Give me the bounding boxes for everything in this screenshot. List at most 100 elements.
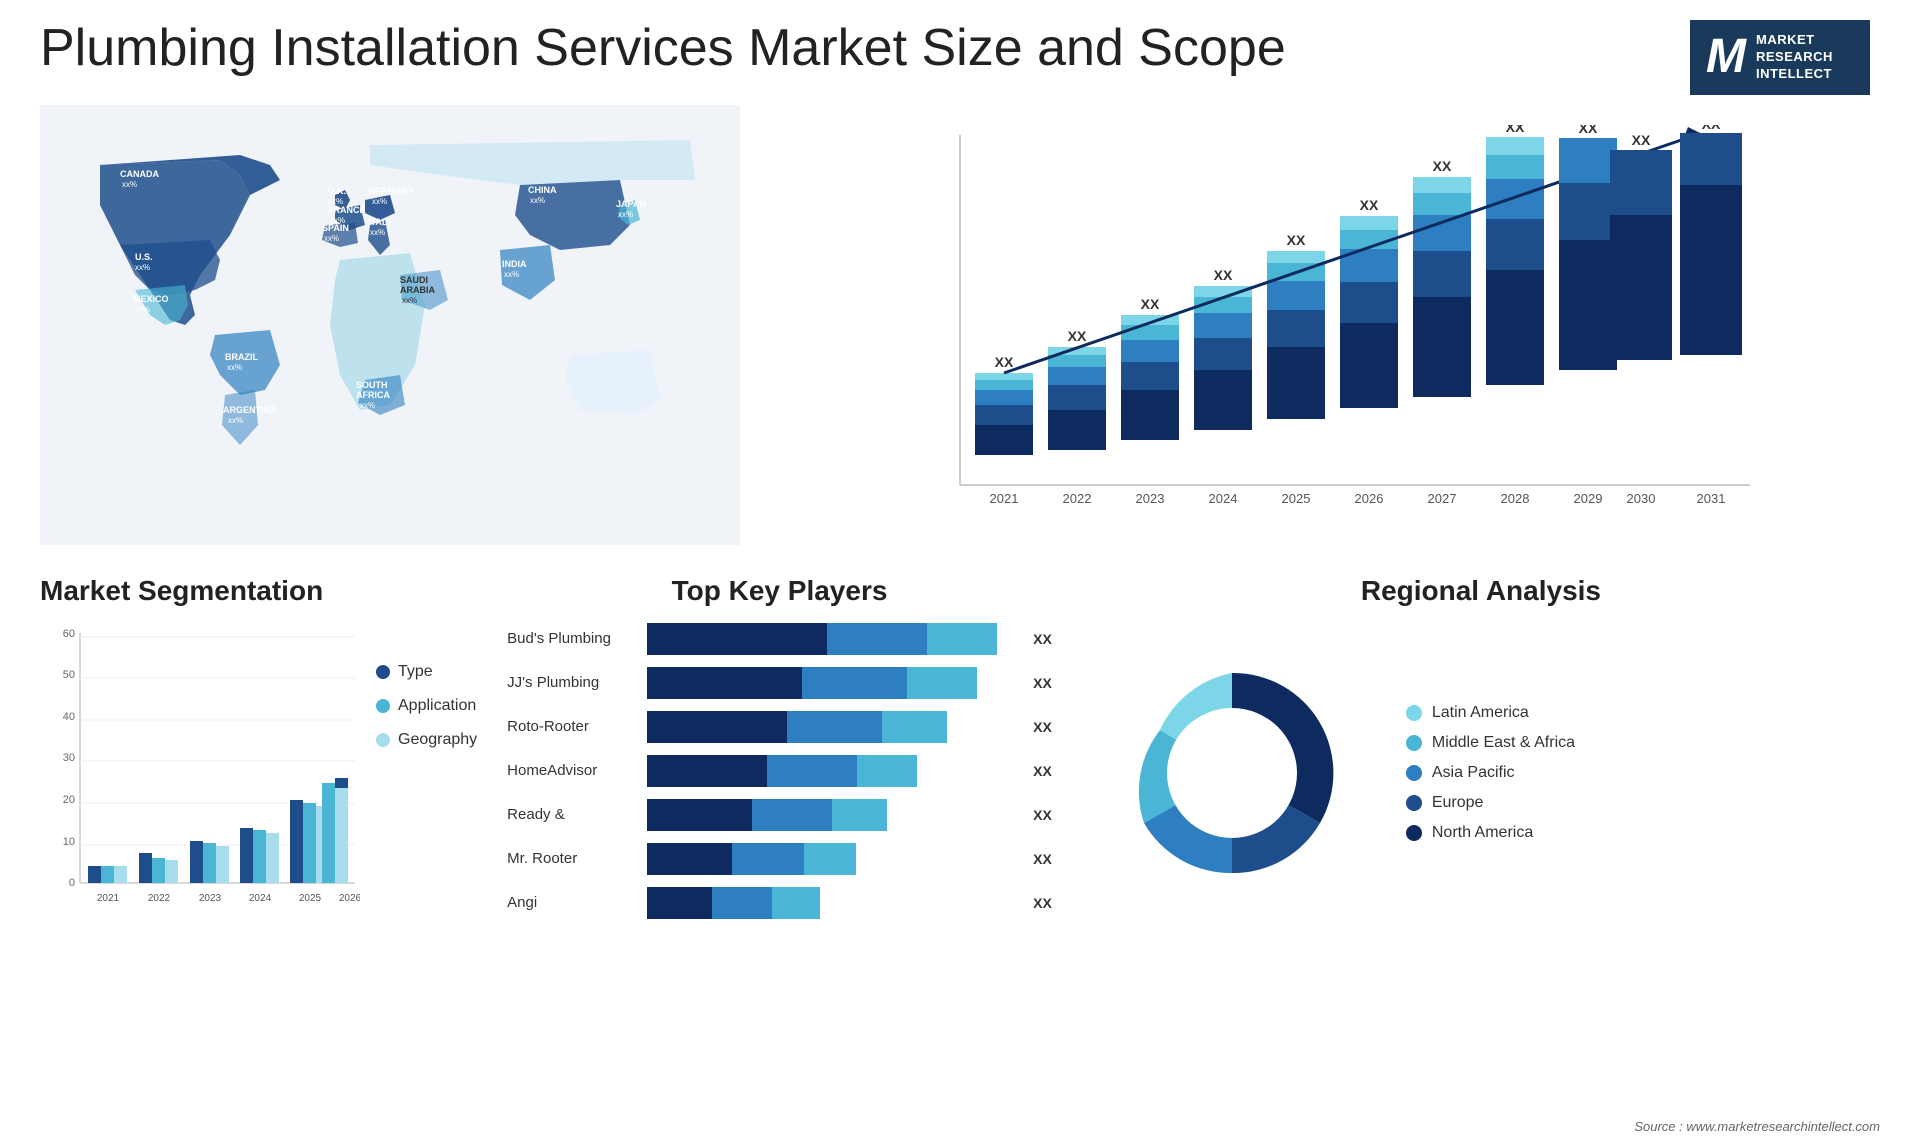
legend-dot-geography xyxy=(376,733,390,747)
svg-text:SOUTH: SOUTH xyxy=(356,380,388,390)
legend-label-geography: Geography xyxy=(398,731,477,749)
reg-dot-mea xyxy=(1406,735,1422,751)
bar-2029: XX 2029 xyxy=(1559,125,1617,506)
key-players-title: Top Key Players xyxy=(507,575,1052,607)
svg-text:xx%: xx% xyxy=(504,270,519,279)
svg-text:XX: XX xyxy=(1632,132,1651,148)
reg-label-latin: Latin America xyxy=(1432,704,1529,722)
svg-text:XX: XX xyxy=(1068,328,1087,344)
growth-chart-svg: XX 2021 XX 2022 xyxy=(820,125,1860,545)
svg-text:xx%: xx% xyxy=(530,196,545,205)
svg-text:ARGENTINA: ARGENTINA xyxy=(223,405,277,415)
svg-text:XX: XX xyxy=(1433,158,1452,174)
reg-dot-europe xyxy=(1406,795,1422,811)
svg-text:XX: XX xyxy=(1214,267,1233,283)
svg-text:2028: 2028 xyxy=(1501,491,1530,506)
svg-text:2029: 2029 xyxy=(1574,491,1603,506)
legend-type: Type xyxy=(376,663,477,681)
svg-text:FRANCE: FRANCE xyxy=(328,205,366,215)
svg-text:xx%: xx% xyxy=(618,210,633,219)
player-bar-mrooter xyxy=(647,843,1017,875)
bar-2026: XX 2026 xyxy=(1340,197,1398,506)
svg-text:20: 20 xyxy=(63,794,75,806)
page-title: Plumbing Installation Services Market Si… xyxy=(40,20,1286,77)
logo-box: M MARKET RESEARCH INTELLECT xyxy=(1690,20,1870,95)
player-name-mrooter: Mr. Rooter xyxy=(507,850,637,867)
svg-text:XX: XX xyxy=(1702,125,1721,132)
bar-2031: XX 2031 xyxy=(1680,125,1742,506)
svg-text:xx%: xx% xyxy=(228,416,243,425)
player-name-jjs: JJ's Plumbing xyxy=(507,674,637,691)
svg-text:2021: 2021 xyxy=(97,893,120,904)
svg-text:2025: 2025 xyxy=(1282,491,1311,506)
logo: M MARKET RESEARCH INTELLECT xyxy=(1680,20,1880,95)
regional-title: Regional Analysis xyxy=(1082,575,1880,607)
main-content: CANADA xx% U.S. xx% MEXICO xx% BRAZIL xx… xyxy=(0,105,1920,565)
svg-text:30: 30 xyxy=(63,752,75,764)
bar-2027: XX 2027 xyxy=(1413,158,1471,506)
svg-text:40: 40 xyxy=(63,711,75,723)
svg-text:XX: XX xyxy=(1287,232,1306,248)
svg-text:xx%: xx% xyxy=(360,401,375,410)
svg-text:2026: 2026 xyxy=(339,893,360,904)
player-xx-jjs: XX xyxy=(1033,675,1052,691)
svg-text:U.K.: U.K. xyxy=(328,186,346,196)
legend-geography: Geography xyxy=(376,731,477,749)
reg-label-asia: Asia Pacific xyxy=(1432,764,1515,782)
svg-text:XX: XX xyxy=(1579,125,1598,136)
svg-text:XX: XX xyxy=(1506,125,1525,135)
svg-text:XX: XX xyxy=(1141,296,1160,312)
reg-dot-latin xyxy=(1406,705,1422,721)
player-bar-ready xyxy=(647,799,1017,831)
regional-content: Latin America Middle East & Africa Asia … xyxy=(1082,623,1880,923)
logo-line2: RESEARCH xyxy=(1756,49,1833,64)
svg-text:xx%: xx% xyxy=(227,363,242,372)
player-xx-buds: XX xyxy=(1033,631,1052,647)
reg-legend-mea: Middle East & Africa xyxy=(1406,734,1575,752)
reg-label-europe: Europe xyxy=(1432,794,1484,812)
svg-text:CANADA: CANADA xyxy=(120,169,159,179)
svg-text:INDIA: INDIA xyxy=(502,259,527,269)
player-xx-ready: XX xyxy=(1033,807,1052,823)
svg-text:xx%: xx% xyxy=(135,263,150,272)
player-row-angi: Angi XX xyxy=(507,887,1052,919)
svg-text:2022: 2022 xyxy=(1063,491,1092,506)
player-row-ready: Ready & XX xyxy=(507,799,1052,831)
player-name-roto: Roto-Rooter xyxy=(507,718,637,735)
svg-text:xx%: xx% xyxy=(122,180,137,189)
player-bar-buds xyxy=(647,623,1017,655)
svg-text:BRAZIL: BRAZIL xyxy=(225,352,258,362)
seg-legend: Type Application Geography xyxy=(376,623,477,933)
svg-text:XX: XX xyxy=(995,354,1014,370)
svg-text:60: 60 xyxy=(63,628,75,640)
reg-dot-asia xyxy=(1406,765,1422,781)
player-bar-jjs xyxy=(647,667,1017,699)
svg-text:2031: 2031 xyxy=(1697,491,1726,506)
svg-text:U.S.: U.S. xyxy=(135,252,153,262)
logo-text: MARKET RESEARCH INTELLECT xyxy=(1756,32,1833,83)
svg-text:SPAIN: SPAIN xyxy=(322,223,349,233)
svg-text:SAUDI: SAUDI xyxy=(400,275,428,285)
svg-text:GERMANY: GERMANY xyxy=(368,186,414,196)
svg-text:2030: 2030 xyxy=(1627,491,1656,506)
player-xx-homeadvisor: XX xyxy=(1033,763,1052,779)
map-svg: CANADA xx% U.S. xx% MEXICO xx% BRAZIL xx… xyxy=(40,105,740,545)
player-xx-angi: XX xyxy=(1033,895,1052,911)
player-row-jjs: JJ's Plumbing XX xyxy=(507,667,1052,699)
svg-text:XX: XX xyxy=(1360,197,1379,213)
svg-text:xx%: xx% xyxy=(402,296,417,305)
svg-text:2022: 2022 xyxy=(148,893,171,904)
svg-text:CHINA: CHINA xyxy=(528,185,557,195)
svg-text:ARABIA: ARABIA xyxy=(400,285,435,295)
reg-legend-europe: Europe xyxy=(1406,794,1575,812)
svg-text:ITALY: ITALY xyxy=(368,217,393,227)
bottom-section: Market Segmentation 60 50 40 30 20 10 0 xyxy=(0,575,1920,933)
page-header: Plumbing Installation Services Market Si… xyxy=(0,0,1920,105)
player-bar-roto xyxy=(647,711,1017,743)
bar-2024: XX 2024 xyxy=(1194,267,1252,506)
bar-2023: XX 2023 xyxy=(1121,296,1179,506)
svg-text:JAPAN: JAPAN xyxy=(616,199,646,209)
svg-text:2025: 2025 xyxy=(299,893,322,904)
player-name-homeadvisor: HomeAdvisor xyxy=(507,762,637,779)
bar-2030: XX 2030 xyxy=(1610,132,1672,506)
